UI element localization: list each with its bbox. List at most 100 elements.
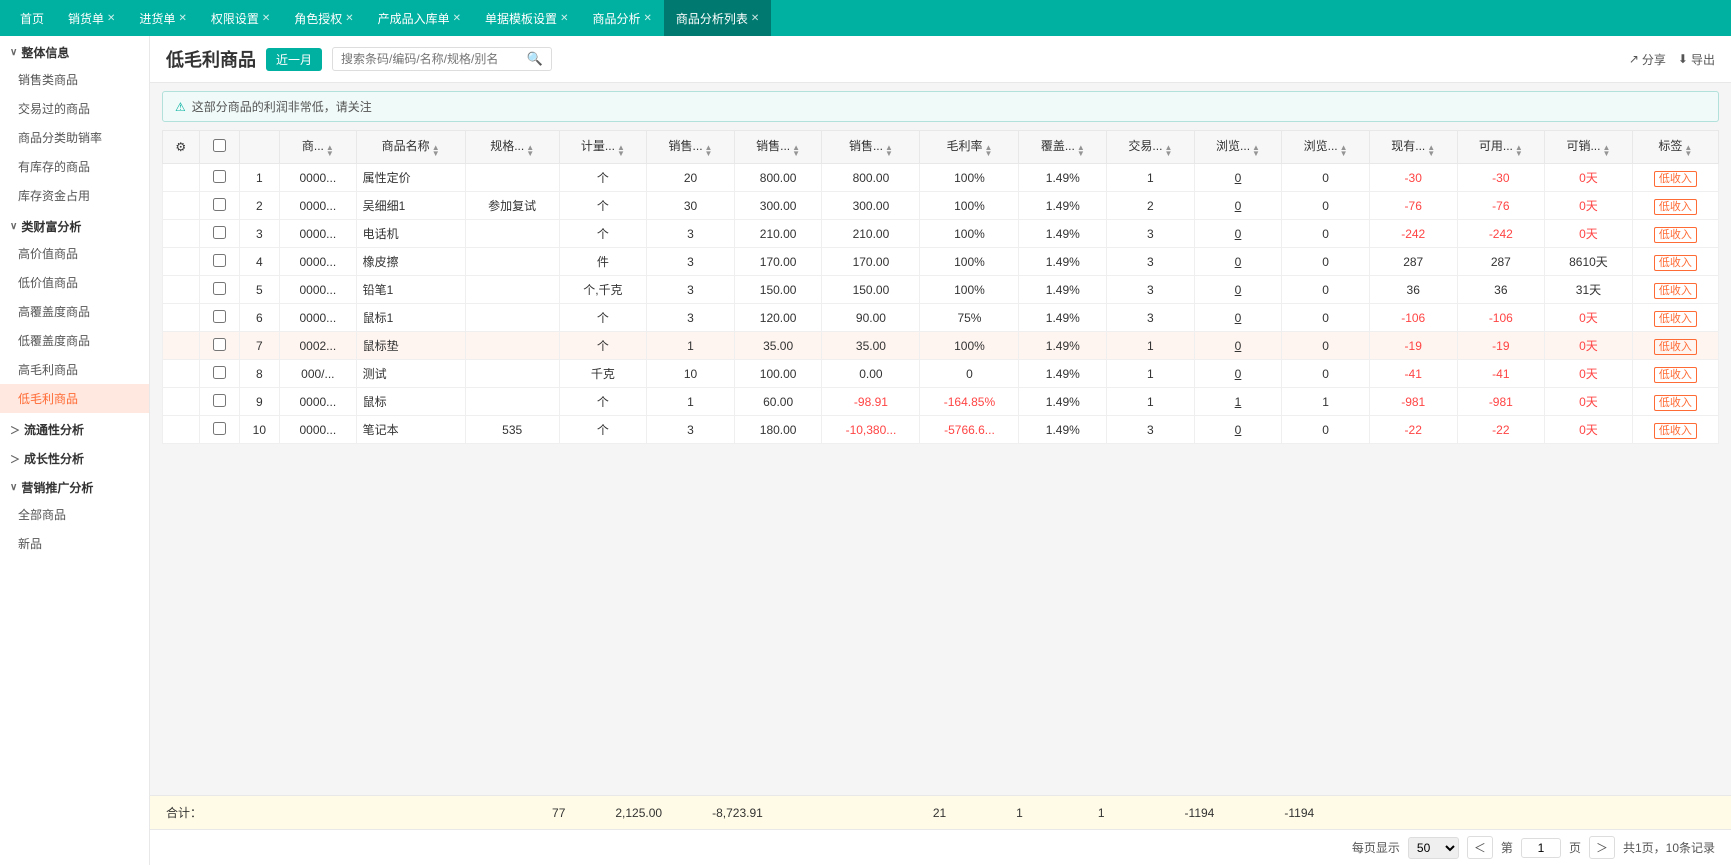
- col-sales-qty[interactable]: 销售...▲▼: [647, 131, 735, 164]
- row-browse1[interactable]: 0: [1194, 220, 1282, 248]
- close-icon[interactable]: ✕: [560, 13, 568, 24]
- close-icon[interactable]: ✕: [262, 13, 270, 24]
- col-sales-price[interactable]: 销售...▲▼: [734, 131, 822, 164]
- row-browse1[interactable]: 0: [1194, 164, 1282, 192]
- col-spec[interactable]: 规格...▲▼: [465, 131, 559, 164]
- sidebar-item-low-value[interactable]: 低价值商品: [0, 268, 149, 297]
- next-page-button[interactable]: ＞: [1589, 836, 1615, 859]
- search-icon[interactable]: 🔍: [527, 51, 543, 67]
- row-checkbox[interactable]: [199, 220, 239, 248]
- table-container[interactable]: ⚙ 商...▲▼ 商品名称▲▼ 规格...▲▼ 计量...▲▼ 销售...▲▼ …: [150, 130, 1731, 795]
- nav-home[interactable]: 首页: [8, 0, 56, 36]
- close-icon[interactable]: ✕: [107, 13, 115, 24]
- col-current[interactable]: 现有...▲▼: [1369, 131, 1457, 164]
- sidebar-group-liquidity[interactable]: ＞ 流通性分析: [0, 413, 149, 442]
- row-unit: 件: [559, 248, 647, 276]
- row-no: 10: [239, 416, 280, 444]
- col-coverage[interactable]: 覆盖...▲▼: [1019, 131, 1107, 164]
- row-browse1[interactable]: 0: [1194, 192, 1282, 220]
- sidebar-item-all-goods[interactable]: 全部商品: [0, 500, 149, 529]
- sidebar-item-stock-goods[interactable]: 有库存的商品: [0, 152, 149, 181]
- row-checkbox[interactable]: [199, 360, 239, 388]
- nav-product-analysis[interactable]: 商品分析 ✕: [580, 0, 663, 36]
- sidebar-group-marketing[interactable]: ∨ 营销推广分析: [0, 471, 149, 500]
- sidebar-item-low-margin[interactable]: 低毛利商品: [0, 384, 149, 413]
- sidebar-group-wealth[interactable]: ∨ 类财富分析: [0, 210, 149, 239]
- table-row: 7 0002... 鼠标垫 个 1 35.00 35.00 100% 1.49%…: [163, 332, 1719, 360]
- col-sales-amount[interactable]: 销售...▲▼: [822, 131, 920, 164]
- data-table: ⚙ 商...▲▼ 商品名称▲▼ 规格...▲▼ 计量...▲▼ 销售...▲▼ …: [162, 130, 1719, 444]
- row-browse1[interactable]: 0: [1194, 276, 1282, 304]
- row-gross-margin: 100%: [920, 220, 1019, 248]
- sidebar-group-growth[interactable]: ＞ 成长性分析: [0, 442, 149, 471]
- row-checkbox[interactable]: [199, 192, 239, 220]
- close-icon[interactable]: ✕: [643, 13, 651, 24]
- close-icon[interactable]: ✕: [453, 13, 461, 24]
- row-browse1[interactable]: 0: [1194, 416, 1282, 444]
- col-trade[interactable]: 交易...▲▼: [1107, 131, 1195, 164]
- search-box: 🔍: [332, 47, 552, 71]
- row-browse1[interactable]: 0: [1194, 248, 1282, 276]
- sidebar-item-new-goods[interactable]: 新品: [0, 529, 149, 558]
- row-trade: 3: [1107, 248, 1195, 276]
- sidebar-item-capital[interactable]: 库存资金占用: [0, 181, 149, 210]
- col-browse2[interactable]: 浏览...▲▼: [1282, 131, 1370, 164]
- row-current: -242: [1369, 220, 1457, 248]
- row-saleable: 8610天: [1545, 248, 1633, 276]
- row-checkbox[interactable]: [199, 416, 239, 444]
- nav-sales-order[interactable]: 销货单 ✕: [56, 0, 127, 36]
- sidebar-group-overall[interactable]: ∨ 整体信息: [0, 36, 149, 65]
- row-trade: 3: [1107, 416, 1195, 444]
- sidebar-item-traded-goods[interactable]: 交易过的商品: [0, 94, 149, 123]
- row-browse1[interactable]: 0: [1194, 360, 1282, 388]
- row-settings: [163, 332, 200, 360]
- search-input[interactable]: [341, 52, 527, 66]
- current-page-input[interactable]: [1521, 838, 1561, 858]
- sidebar-item-high-value[interactable]: 高价值商品: [0, 239, 149, 268]
- close-icon[interactable]: ✕: [751, 13, 759, 24]
- sidebar-item-high-margin[interactable]: 高毛利商品: [0, 355, 149, 384]
- row-checkbox[interactable]: [199, 248, 239, 276]
- row-checkbox[interactable]: [199, 276, 239, 304]
- row-checkbox[interactable]: [199, 332, 239, 360]
- export-button[interactable]: ⬇ 导出: [1678, 51, 1715, 68]
- col-tag[interactable]: 标签▲▼: [1632, 131, 1718, 164]
- share-button[interactable]: ↗ 分享: [1629, 51, 1666, 68]
- col-unit[interactable]: 计量...▲▼: [559, 131, 647, 164]
- col-name[interactable]: 商品名称▲▼: [356, 131, 465, 164]
- close-icon[interactable]: ✕: [345, 13, 353, 24]
- sidebar-item-sales-goods[interactable]: 销售类商品: [0, 65, 149, 94]
- nav-template-settings[interactable]: 单据模板设置 ✕: [473, 0, 580, 36]
- col-checkbox[interactable]: [199, 131, 239, 164]
- row-spec: [465, 304, 559, 332]
- col-saleable[interactable]: 可销...▲▼: [1545, 131, 1633, 164]
- col-settings[interactable]: ⚙: [163, 131, 200, 164]
- prev-page-button[interactable]: ＜: [1467, 836, 1493, 859]
- sidebar-item-category-rate[interactable]: 商品分类助销率: [0, 123, 149, 152]
- nav-product-analysis-list[interactable]: 商品分析列表 ✕: [664, 0, 771, 36]
- row-checkbox[interactable]: [199, 304, 239, 332]
- nav-role-auth[interactable]: 角色授权 ✕: [282, 0, 365, 36]
- row-browse1[interactable]: 1: [1194, 388, 1282, 416]
- col-code[interactable]: 商...▲▼: [280, 131, 356, 164]
- nav-purchase-order[interactable]: 进货单 ✕: [127, 0, 198, 36]
- row-browse1[interactable]: 0: [1194, 332, 1282, 360]
- col-browse1[interactable]: 浏览...▲▼: [1194, 131, 1282, 164]
- row-current: 287: [1369, 248, 1457, 276]
- nav-product-entry[interactable]: 产成品入库单 ✕: [366, 0, 473, 36]
- nav-permissions[interactable]: 权限设置 ✕: [199, 0, 282, 36]
- row-checkbox[interactable]: [199, 164, 239, 192]
- col-available[interactable]: 可用...▲▼: [1457, 131, 1545, 164]
- sidebar-item-high-coverage[interactable]: 高覆盖度商品: [0, 297, 149, 326]
- select-all-checkbox[interactable]: [213, 139, 226, 152]
- row-gross-margin: 100%: [920, 248, 1019, 276]
- sidebar-item-low-coverage[interactable]: 低覆盖度商品: [0, 326, 149, 355]
- page-size-select[interactable]: 50 100 200: [1408, 837, 1459, 859]
- close-icon[interactable]: ✕: [178, 13, 186, 24]
- filter-button[interactable]: 近一月: [266, 48, 322, 71]
- col-gross-margin[interactable]: 毛利率▲▼: [920, 131, 1019, 164]
- notice-bar: ⚠ 这部分商品的利润非常低，请关注: [162, 91, 1719, 122]
- row-available: -41: [1457, 360, 1545, 388]
- row-checkbox[interactable]: [199, 388, 239, 416]
- row-browse1[interactable]: 0: [1194, 304, 1282, 332]
